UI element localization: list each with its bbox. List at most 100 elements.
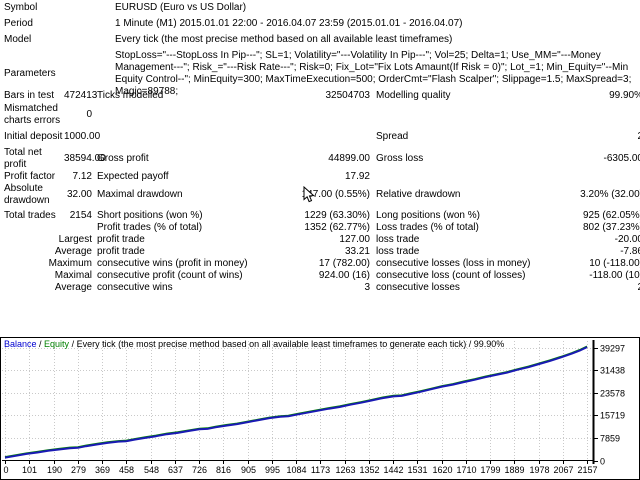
stat-value: 147.00 (0.55%): [301, 189, 370, 200]
x-tick-label: 905: [241, 465, 256, 475]
stat-value: 99.90%: [609, 90, 640, 101]
stat-value: 44899.00: [328, 153, 370, 164]
stat-label: [370, 102, 557, 127]
report-stats-table: Bars in test 472413 Ticks modelled 32504703…: [0, 89, 640, 294]
stat-row: Mismatched charts errors 0: [0, 102, 640, 127]
stat-label: profit trade: [97, 246, 145, 257]
stat-value: 925 (62.05%): [582, 210, 640, 221]
stat-sublabel: [0, 222, 92, 234]
info-label: Symbol: [4, 2, 38, 13]
y-tick-label: 31438: [600, 366, 625, 376]
stat-sublabel: Largest: [58, 234, 92, 245]
stat-label: Long positions (won %): [376, 210, 480, 221]
stat-label: consecutive loss (count of losses): [376, 270, 526, 281]
x-tick-label: 1978: [529, 465, 549, 475]
stat-value: -7.86: [620, 246, 640, 257]
stat-label: Gross profit: [97, 153, 149, 164]
stat-label: Relative drawdown: [376, 189, 461, 200]
stat-row: Maximum consecutive wins (profit in money…: [0, 258, 640, 270]
stat-label: Modelling quality: [376, 90, 451, 101]
stat-value: 802 (37.23%): [582, 222, 640, 233]
stat-value: 2154: [69, 210, 92, 221]
stat-row: Total net profit 38594.00 Gross profit 4489…: [0, 147, 640, 171]
legend-text: /: [36, 339, 45, 349]
chart-legend: Balance / Equity / Every tick (the most …: [4, 339, 504, 349]
stat-row: Total trades 2154 Short positions (won %) 1…: [0, 210, 640, 222]
y-tick-label: 0: [600, 457, 605, 467]
x-tick-label: 279: [71, 465, 86, 475]
stat-row: Largest profit trade 127.00 loss trade -20.0…: [0, 234, 640, 246]
stat-label: Spread: [376, 131, 409, 142]
stat-label: consecutive losses (loss in money): [376, 258, 531, 269]
info-value: 1 Minute (M1) 2015.01.01 22:00 - 2016.04…: [115, 18, 463, 29]
x-tick-label: 369: [95, 465, 110, 475]
stat-label: Maximal drawdown: [97, 189, 183, 200]
stat-row: Absolute drawdown 32.00 Maximal drawdown 14…: [0, 183, 640, 207]
x-tick-label: 1084: [286, 465, 306, 475]
stat-row: Average profit trade 33.21 loss trade -7.86: [0, 246, 640, 258]
chart-plot-area: 0 101 190 279 369 458 548 637 726 816 905 995 1084 11…: [2, 340, 625, 475]
x-tick-label: 190: [47, 465, 62, 475]
x-tick-label: 2157: [577, 465, 597, 475]
x-tick-label: 1531: [407, 465, 427, 475]
stat-row: Bars in test 472413 Ticks modelled 32504703…: [0, 89, 640, 102]
info-row: Model Every tick (the most precise method…: [0, 32, 640, 48]
y-tick-label: 39297: [600, 344, 625, 354]
strategy-tester-report: { "colors": { "balance_line": "#1a1ab4",…: [0, 0, 640, 480]
stat-label: Gross loss: [376, 153, 424, 164]
stat-value: -6305.00: [603, 153, 640, 164]
stat-value: -118.00 (10): [589, 270, 640, 281]
x-tick-label: 726: [192, 465, 207, 475]
legend-balance: Balance: [4, 339, 37, 349]
info-row: Symbol EURUSD (Euro vs US Dollar): [0, 0, 640, 16]
x-tick-label: 101: [22, 465, 37, 475]
stat-label: Short positions (won %): [97, 210, 203, 221]
stat-value: [557, 171, 640, 183]
x-tick-label: 1173: [311, 465, 330, 475]
stat-value: 10 (-118.00): [589, 258, 640, 269]
stat-value: -20.00: [614, 234, 640, 245]
x-tick-label: 548: [144, 465, 159, 475]
report-info-table: Symbol EURUSD (Euro vs US Dollar) Period 1 …: [0, 0, 640, 100]
x-tick-label: 0: [4, 465, 9, 475]
stat-label: Total trades: [4, 210, 56, 221]
info-value: Every tick (the most precise method base…: [115, 34, 453, 45]
stat-value: 7.12: [72, 171, 92, 182]
stat-label: Expected payoff: [97, 171, 169, 182]
x-tick-label: 1263: [335, 465, 355, 475]
x-tick-label: 458: [119, 465, 134, 475]
balance-line: [4, 346, 588, 459]
stat-label: consecutive wins (profit in money): [97, 258, 248, 269]
legend-equity: Equity: [44, 339, 70, 349]
y-tick-label: 23578: [600, 389, 625, 399]
stat-label: [370, 171, 557, 183]
stat-value: 127.00: [339, 234, 370, 245]
y-tick-label: 15719: [600, 411, 625, 421]
stat-value: 1229 (63.30%): [304, 210, 370, 221]
stat-label: [92, 102, 269, 127]
stat-sublabel: Average: [54, 282, 92, 293]
x-tick-label: 995: [265, 465, 280, 475]
stat-value: 2: [557, 282, 640, 294]
x-tick-label: 1442: [383, 465, 403, 475]
y-tick-label: 7859: [600, 434, 620, 444]
stat-value: [269, 131, 370, 143]
stat-value: 1352 (62.77%): [304, 222, 370, 233]
stat-value: 38594.00: [64, 153, 106, 164]
stat-sublabel: Maximum: [48, 258, 92, 269]
info-label: Model: [4, 34, 32, 45]
stat-label: profit trade: [97, 234, 145, 245]
stat-sublabel: Average: [54, 246, 92, 257]
stat-label: Bars in test: [4, 90, 55, 101]
stat-value: 32.00: [66, 189, 92, 200]
mouse-cursor-icon: [303, 186, 315, 203]
stat-label: consecutive wins: [97, 282, 173, 293]
balance-chart: Balance / Equity / Every tick (the most …: [0, 337, 640, 480]
stat-row: Initial deposit1000.00 Spread 2: [0, 131, 640, 143]
stat-row: Profit trades (% of total) 1352 (62.77%) L…: [0, 222, 640, 234]
stat-label: Mismatched charts errors: [4, 103, 61, 126]
info-row: Period 1 Minute (M1) 2015.01.01 22:00 - 2…: [0, 16, 640, 32]
x-tick-label: 1889: [504, 465, 524, 475]
info-value: EURUSD (Euro vs US Dollar): [115, 2, 247, 13]
x-tick-label: 1620: [432, 465, 452, 475]
